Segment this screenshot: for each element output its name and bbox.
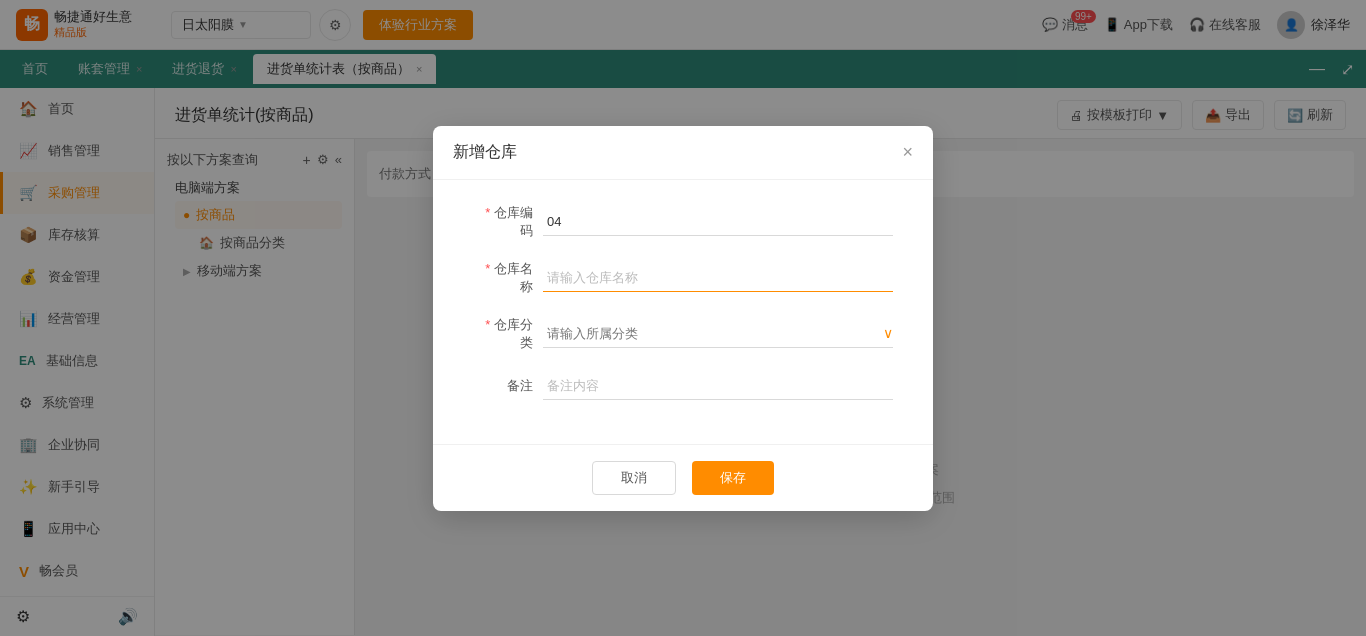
modal-title: 新增仓库 [453, 142, 517, 163]
warehouse-remark-label: 备注 [473, 377, 543, 395]
modal-footer: 取消 保存 [433, 444, 933, 511]
warehouse-category-select-row: ∨ [543, 320, 893, 348]
warehouse-category-input[interactable] [543, 320, 883, 347]
warehouse-remark-input[interactable] [543, 372, 893, 400]
warehouse-category-row: 仓库分类 ∨ [473, 316, 893, 352]
cancel-button[interactable]: 取消 [592, 461, 676, 495]
modal-overlay[interactable]: 新增仓库 × 仓库编码 仓库名称 仓库分类 ∨ [0, 0, 1366, 636]
new-warehouse-modal: 新增仓库 × 仓库编码 仓库名称 仓库分类 ∨ [433, 126, 933, 511]
save-button[interactable]: 保存 [692, 461, 774, 495]
category-dropdown-arrow[interactable]: ∨ [883, 325, 893, 341]
modal-body: 仓库编码 仓库名称 仓库分类 ∨ 备注 [433, 180, 933, 444]
warehouse-name-label: 仓库名称 [473, 260, 543, 296]
warehouse-remark-row: 备注 [473, 372, 893, 400]
warehouse-category-label: 仓库分类 [473, 316, 543, 352]
warehouse-code-label: 仓库编码 [473, 204, 543, 240]
warehouse-name-input[interactable] [543, 264, 893, 292]
warehouse-code-row: 仓库编码 [473, 204, 893, 240]
modal-header: 新增仓库 × [433, 126, 933, 180]
warehouse-code-input[interactable] [543, 208, 893, 236]
warehouse-name-row: 仓库名称 [473, 260, 893, 296]
modal-close-button[interactable]: × [902, 143, 913, 161]
